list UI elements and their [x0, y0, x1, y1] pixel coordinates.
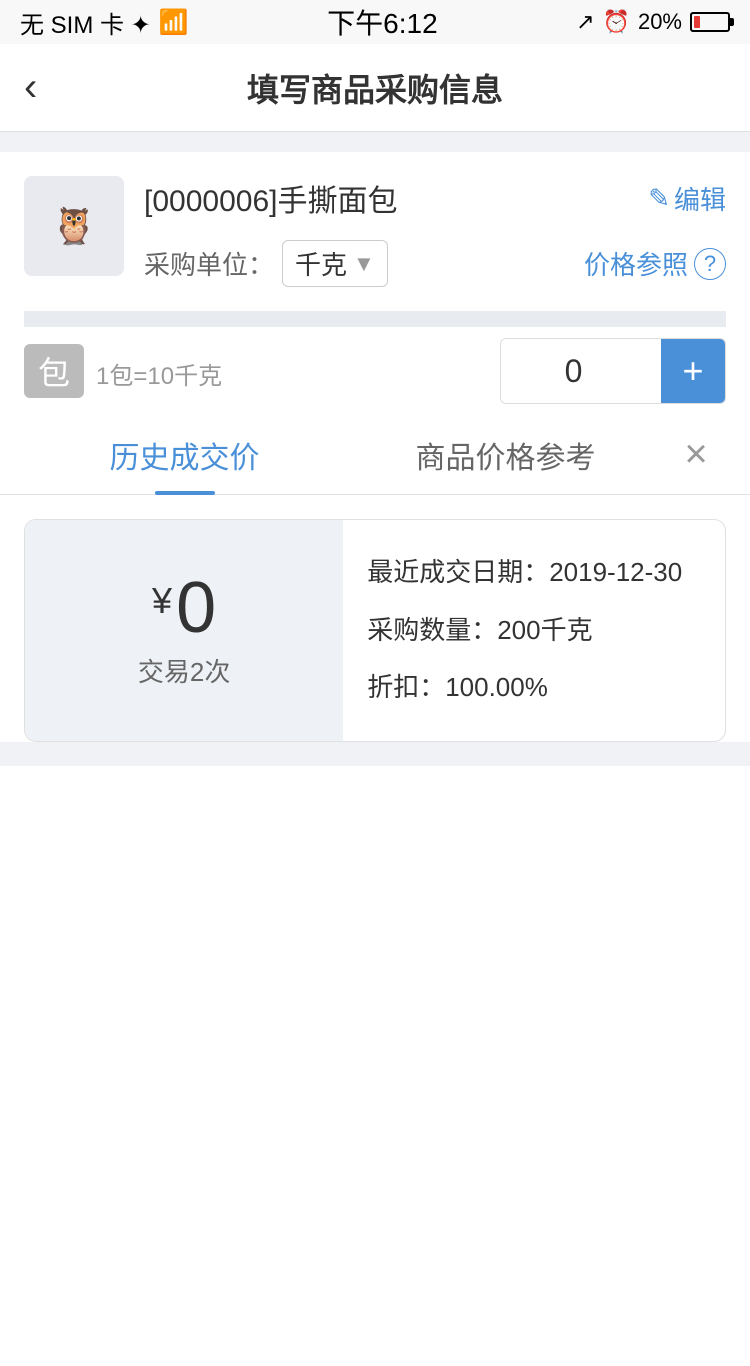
product-info: [0000006]手撕面包 ✎ 编辑 采购单位： 千克 ▼ 价格参照 ?	[144, 176, 726, 287]
carrier-text: 无 SIM 卡 ✦	[20, 5, 151, 40]
price-value: 0	[176, 572, 216, 644]
product-name: [0000006]手撕面包	[144, 176, 397, 220]
tabs-bar: 历史成交价 商品价格参考 ×	[0, 415, 750, 495]
price-trades: 交易2次	[138, 652, 230, 689]
price-ref-help-icon: ?	[694, 248, 726, 280]
price-detail-date: 最近成交日期：2019-12-30	[367, 552, 701, 594]
product-thumb-icon: 🦉	[52, 205, 97, 247]
product-header: 🦉 [0000006]手撕面包 ✎ 编辑 采购单位： 千克 ▼	[24, 176, 726, 287]
edit-icon: ✎	[648, 183, 670, 214]
price-discount-label: 折扣：	[367, 672, 445, 702]
status-time: 下午6:12	[327, 2, 438, 42]
unit-select[interactable]: 千克 ▼	[282, 240, 388, 287]
tab-history-price[interactable]: 历史成交价	[24, 415, 345, 495]
wifi-icon: 📶	[159, 8, 189, 37]
price-qty-value: 200千克	[497, 615, 592, 645]
battery-icon	[690, 12, 730, 32]
nav-bar: ‹ 填写商品采购信息	[0, 44, 750, 132]
qty-input-group: +	[500, 338, 726, 404]
tab-active-indicator	[155, 491, 215, 495]
section-divider	[24, 311, 726, 327]
price-date-label: 最近成交日期：	[367, 557, 549, 587]
price-discount-value: 100.00%	[445, 672, 548, 702]
qty-conversion: 1包=10千克	[96, 356, 222, 391]
product-name-row: [0000006]手撕面包 ✎ 编辑	[144, 176, 726, 220]
price-card-right: 最近成交日期：2019-12-30 采购数量：200千克 折扣：100.00%	[343, 520, 725, 741]
product-thumbnail: 🦉	[24, 176, 124, 276]
price-date-value: 2019-12-30	[549, 557, 682, 587]
qty-label-group: 包 1包=10千克	[24, 344, 500, 398]
page-title: 填写商品采购信息	[247, 65, 503, 111]
price-ref-button[interactable]: 价格参照 ?	[584, 245, 726, 282]
price-card-left: ¥ 0 交易2次	[25, 520, 343, 741]
bottom-space	[0, 766, 750, 1366]
back-arrow-icon: ‹	[24, 65, 37, 110]
tabs-close-button[interactable]: ×	[666, 415, 726, 495]
alarm-icon: ⏰	[603, 9, 630, 35]
quantity-row: 包 1包=10千克 +	[0, 327, 750, 415]
status-bar: 无 SIM 卡 ✦ 📶 下午6:12 ↗ ⏰ 20%	[0, 0, 750, 44]
edit-button[interactable]: ✎ 编辑	[648, 180, 726, 217]
battery-percent: 20%	[638, 9, 682, 35]
price-detail-qty: 采购数量：200千克	[367, 610, 701, 652]
tabs-section: 历史成交价 商品价格参考 × ¥ 0 交易2次 最近成交日期：2019-12-3…	[0, 415, 750, 742]
price-amount: ¥ 0	[152, 572, 216, 644]
qty-plus-button[interactable]: +	[661, 339, 725, 403]
back-button[interactable]: ‹	[24, 65, 37, 110]
qty-input[interactable]	[501, 339, 661, 403]
product-card: 🦉 [0000006]手撕面包 ✎ 编辑 采购单位： 千克 ▼	[0, 152, 750, 327]
unit-row: 采购单位： 千克 ▼ 价格参照 ?	[144, 240, 726, 287]
price-currency: ¥	[152, 580, 172, 622]
price-ref-label: 价格参照	[584, 245, 688, 282]
location-icon: ↗	[576, 9, 594, 35]
unit-value: 千克	[295, 245, 347, 282]
unit-label: 采购单位：	[144, 245, 274, 282]
tab-price-reference[interactable]: 商品价格参考	[345, 415, 666, 495]
price-qty-label: 采购数量：	[367, 615, 497, 645]
tab-history-label: 历史成交价	[110, 433, 260, 477]
status-right: ↗ ⏰ 20%	[576, 9, 730, 35]
tab-price-ref-label: 商品价格参考	[416, 433, 596, 477]
edit-label: 编辑	[674, 180, 726, 217]
status-left: 无 SIM 卡 ✦ 📶	[20, 5, 189, 40]
unit-dropdown-arrow-icon: ▼	[353, 251, 375, 277]
price-detail-discount: 折扣：100.00%	[367, 667, 701, 709]
price-card: ¥ 0 交易2次 最近成交日期：2019-12-30 采购数量：200千克 折扣…	[24, 519, 726, 742]
qty-unit-badge: 包	[24, 344, 84, 398]
